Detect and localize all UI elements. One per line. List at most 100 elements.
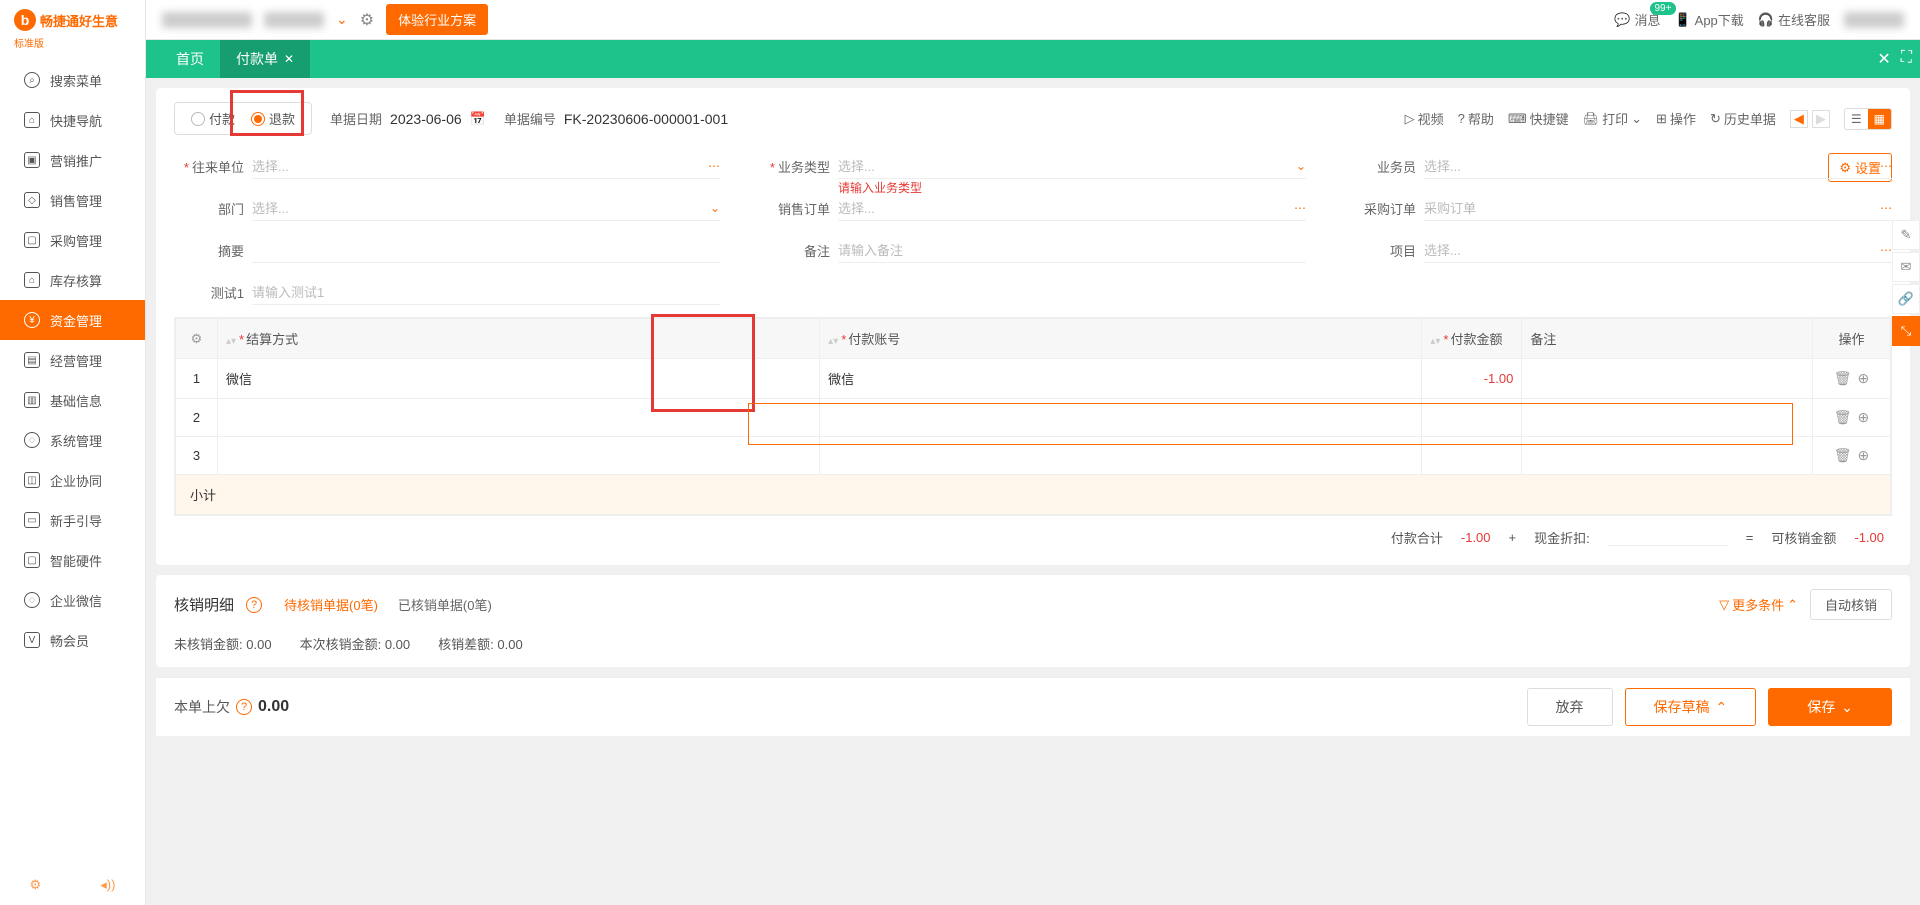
tab-pending[interactable]: 待核销单据(0笔) bbox=[284, 595, 378, 614]
discard-button[interactable]: 放弃 bbox=[1527, 688, 1613, 726]
view-list-icon[interactable]: ☰ bbox=[1845, 109, 1868, 129]
tab-close-all-icon[interactable]: ✕ bbox=[1877, 49, 1890, 69]
tab-done[interactable]: 已核销单据(0笔) bbox=[398, 595, 492, 614]
experience-button[interactable]: 体验行业方案 bbox=[386, 4, 488, 35]
payment-table: ⚙ ▴▾*结算方式 ▴▾*付款账号 ▴▾*付款金额 备注 操作 1 bbox=[174, 317, 1892, 516]
cart-icon: ▢ bbox=[24, 232, 40, 248]
nav-search[interactable]: ⌕搜索菜单 bbox=[0, 60, 145, 100]
nav-guide[interactable]: ▭新手引导 bbox=[0, 500, 145, 540]
tab-home[interactable]: 首页 bbox=[160, 40, 220, 78]
cell-account[interactable]: 微信 bbox=[820, 359, 1422, 399]
system-icon: ◌ bbox=[24, 432, 40, 448]
nav-collab[interactable]: ◫企业协同 bbox=[0, 460, 145, 500]
table-row[interactable]: 3 🗑⊕ bbox=[176, 437, 1891, 475]
partner-field[interactable]: 选择...⋯ bbox=[252, 153, 720, 179]
project-field[interactable]: 选择...⋯ bbox=[1424, 237, 1892, 263]
history-link[interactable]: ↻历史单据 bbox=[1710, 109, 1776, 128]
subtotal-row: 小计 bbox=[176, 475, 1891, 515]
delete-row-icon[interactable]: 🗑 bbox=[1834, 447, 1852, 464]
radio-pay[interactable]: 付款 bbox=[183, 107, 243, 130]
table-row[interactable]: 1 微信 微信 -1.00 🗑⊕ bbox=[176, 359, 1891, 399]
settings-icon[interactable]: ⚙ bbox=[30, 877, 42, 893]
bill-no-value: FK-20230606-000001-001 bbox=[564, 111, 728, 127]
delete-row-icon[interactable]: 🗑 bbox=[1834, 370, 1852, 387]
nav-system[interactable]: ◌系统管理 bbox=[0, 420, 145, 460]
nav-sales[interactable]: ◇销售管理 bbox=[0, 180, 145, 220]
topbar-settings-icon[interactable]: ⚙ bbox=[360, 10, 374, 30]
fullscreen-icon[interactable]: ⛶ bbox=[1901, 49, 1912, 69]
more-conditions-link[interactable]: ▽更多条件⌃ bbox=[1719, 595, 1798, 614]
nav-funds[interactable]: ¥资金管理 bbox=[0, 300, 145, 340]
nav-marketing[interactable]: ▣营销推广 bbox=[0, 140, 145, 180]
messages-badge: 99+ bbox=[1650, 2, 1677, 15]
sort-icon[interactable]: ▴▾ bbox=[226, 339, 236, 344]
save-button[interactable]: 保存⌄ bbox=[1768, 688, 1892, 726]
add-row-icon[interactable]: ⊕ bbox=[1858, 409, 1870, 426]
org-switcher-icon[interactable]: ⌄ bbox=[336, 11, 348, 28]
side-tool-note[interactable]: ✎ bbox=[1892, 220, 1920, 250]
dept-field[interactable]: 选择...⌄ bbox=[252, 195, 720, 221]
test1-field[interactable]: 请输入测试1 bbox=[252, 279, 720, 305]
help-link[interactable]: ?帮助 bbox=[1458, 109, 1494, 128]
cell-method[interactable]: 微信 bbox=[218, 359, 820, 399]
video-link[interactable]: ▷视频 bbox=[1405, 109, 1444, 128]
purorder-field[interactable]: 采购订单⋯ bbox=[1424, 195, 1892, 221]
view-card-icon[interactable]: ▦ bbox=[1868, 109, 1891, 129]
side-tools: ✎ ✉ 🔗 ⤡ bbox=[1892, 220, 1920, 346]
discount-input[interactable] bbox=[1608, 530, 1728, 546]
tab-close-icon[interactable]: ✕ bbox=[284, 52, 294, 66]
bill-date-value[interactable]: 2023-06-06 bbox=[390, 111, 462, 127]
summary-field[interactable] bbox=[252, 237, 720, 263]
print-link[interactable]: 🖨打印⌄ bbox=[1583, 109, 1642, 128]
messages-link[interactable]: 💬 消息 99+ bbox=[1614, 10, 1660, 29]
auto-verify-button[interactable]: 自动核销 bbox=[1810, 589, 1892, 620]
sort-icon[interactable]: ▴▾ bbox=[828, 339, 838, 344]
nav-purchase[interactable]: ▢采购管理 bbox=[0, 220, 145, 260]
nav-quick[interactable]: ⌂快捷导航 bbox=[0, 100, 145, 140]
nav-wechat[interactable]: ◌企业微信 bbox=[0, 580, 145, 620]
cell-amount[interactable]: -1.00 bbox=[1422, 359, 1522, 399]
download-link[interactable]: 📱 App下载 bbox=[1674, 10, 1743, 29]
staff-field[interactable]: 选择...⋯ bbox=[1424, 153, 1892, 179]
cell-remark[interactable] bbox=[1522, 359, 1813, 399]
chevron-down-icon: ⌄ bbox=[1296, 159, 1306, 173]
radio-refund[interactable]: 退款 bbox=[243, 107, 303, 130]
prev-record-icon[interactable]: ◀ bbox=[1790, 110, 1808, 128]
delete-row-icon[interactable]: 🗑 bbox=[1834, 409, 1852, 426]
table-gear-icon[interactable]: ⚙ bbox=[191, 331, 203, 346]
nav-base[interactable]: ▥基础信息 bbox=[0, 380, 145, 420]
support-link[interactable]: 🎧 在线客服 bbox=[1758, 10, 1830, 29]
device-icon: ▢ bbox=[24, 552, 40, 568]
nav-inventory[interactable]: ⌂库存核算 bbox=[0, 260, 145, 300]
dots-icon: ⋯ bbox=[1880, 243, 1892, 257]
funds-icon: ¥ bbox=[24, 312, 40, 328]
nav-hardware[interactable]: ▢智能硬件 bbox=[0, 540, 145, 580]
tab-payment[interactable]: 付款单 ✕ bbox=[220, 40, 310, 78]
logo-icon: b bbox=[14, 9, 36, 31]
saleorder-field[interactable]: 选择...⋯ bbox=[838, 195, 1306, 221]
sort-icon[interactable]: ▴▾ bbox=[1430, 339, 1440, 344]
view-toggle: ☰ ▦ bbox=[1844, 108, 1892, 130]
operate-link[interactable]: ⊞操作 bbox=[1656, 109, 1696, 128]
nav-member[interactable]: V畅会员 bbox=[0, 620, 145, 660]
topbar: ⌄ ⚙ 体验行业方案 💬 消息 99+ 📱 App下载 🎧 在线客服 bbox=[146, 0, 1920, 40]
add-row-icon[interactable]: ⊕ bbox=[1858, 447, 1870, 464]
chevron-up-icon: ⌃ bbox=[1716, 699, 1728, 716]
remark-field[interactable]: 请输入备注 bbox=[838, 237, 1306, 263]
side-tool-mail[interactable]: ✉ bbox=[1892, 252, 1920, 282]
side-tool-expand[interactable]: ⤡ bbox=[1892, 316, 1920, 346]
radio-on-icon bbox=[251, 112, 265, 126]
info-icon[interactable]: ? bbox=[246, 597, 262, 613]
next-record-icon[interactable]: ▶ bbox=[1812, 110, 1830, 128]
add-row-icon[interactable]: ⊕ bbox=[1858, 370, 1870, 387]
wechat-icon: ◌ bbox=[24, 592, 40, 608]
nav-biz[interactable]: ▤经营管理 bbox=[0, 340, 145, 380]
table-row[interactable]: 2 🗑⊕ bbox=[176, 399, 1891, 437]
save-draft-button[interactable]: 保存草稿⌃ bbox=[1625, 688, 1757, 726]
info-icon[interactable]: ? bbox=[236, 699, 252, 715]
biztype-field[interactable]: 选择...⌄请输入业务类型 bbox=[838, 153, 1306, 179]
calendar-icon[interactable]: 📅 bbox=[470, 111, 486, 127]
sound-icon[interactable]: ◂)) bbox=[100, 877, 115, 893]
side-tool-link[interactable]: 🔗 bbox=[1892, 284, 1920, 314]
shortcut-link[interactable]: ⌨快捷键 bbox=[1508, 109, 1569, 128]
